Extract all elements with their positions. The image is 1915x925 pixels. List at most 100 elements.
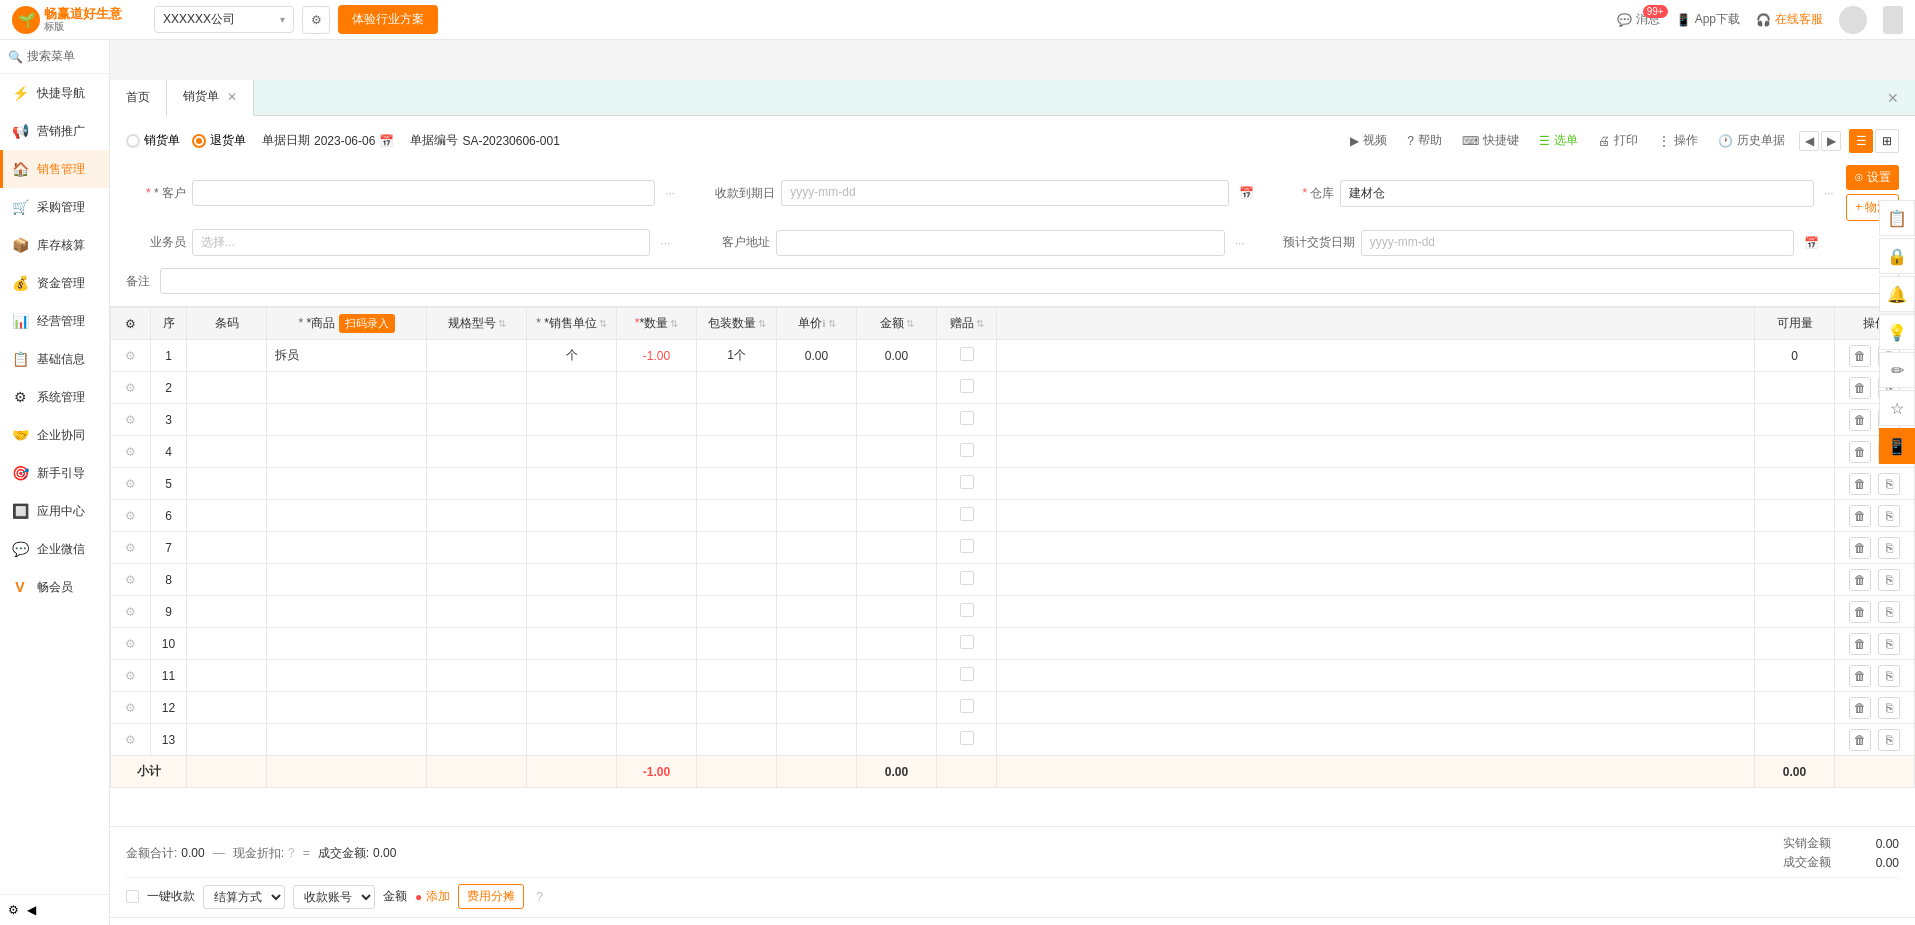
row-gift-4[interactable]	[937, 468, 997, 500]
row-unit-8[interactable]	[527, 596, 617, 628]
row-barcode-8[interactable]	[187, 596, 267, 628]
row-pkg-qty-3[interactable]	[697, 436, 777, 468]
row-gift-6[interactable]	[937, 532, 997, 564]
warehouse-input[interactable]: 建材仓	[1340, 180, 1813, 207]
tab-sales-order[interactable]: 销货单 ✕	[167, 80, 254, 116]
customer-addr-input[interactable]	[776, 230, 1224, 256]
row-gift-12[interactable]	[937, 724, 997, 756]
app-download-button[interactable]: 📱 App下载	[1676, 11, 1740, 28]
row-spec-2[interactable]	[427, 404, 527, 436]
row-spec-8[interactable]	[427, 596, 527, 628]
row-product-9[interactable]	[267, 628, 427, 660]
payment-calendar-icon[interactable]: 📅	[1239, 186, 1254, 200]
nav-prev[interactable]: ◀	[1799, 131, 1819, 151]
add-button[interactable]: 添加	[426, 888, 450, 905]
payment-date-input[interactable]: yyyy-mm-dd	[781, 180, 1229, 206]
row-gift-7[interactable]	[937, 564, 997, 596]
row-qty-12[interactable]	[617, 724, 697, 756]
row-spec-4[interactable]	[427, 468, 527, 500]
row-product-7[interactable]	[267, 564, 427, 596]
row-price-4[interactable]	[777, 468, 857, 500]
row-delete-12[interactable]: 🗑	[1849, 729, 1871, 751]
salesperson-dots-icon[interactable]: ···	[660, 236, 670, 250]
row-unit-7[interactable]	[527, 564, 617, 596]
row-copy-7[interactable]: ⎘	[1878, 569, 1900, 591]
row-price-6[interactable]	[777, 532, 857, 564]
online-service-button[interactable]: 🎧 在线客服	[1756, 11, 1823, 28]
row-pkg-qty-5[interactable]	[697, 500, 777, 532]
row-qty-1[interactable]	[617, 372, 697, 404]
row-gift-11[interactable]	[937, 692, 997, 724]
row-barcode-7[interactable]	[187, 564, 267, 596]
row-spec-9[interactable]	[427, 628, 527, 660]
customer-input[interactable]	[192, 180, 655, 206]
row-qty-11[interactable]	[617, 692, 697, 724]
sidebar-item-wechat[interactable]: 💬 企业微信	[0, 530, 109, 568]
row-unit-6[interactable]	[527, 532, 617, 564]
float-btn-5[interactable]: ✏	[1879, 352, 1915, 388]
row-copy-9[interactable]: ⎘	[1878, 633, 1900, 655]
row-delete-7[interactable]: 🗑	[1849, 569, 1871, 591]
row-pkg-qty-0[interactable]: 1个	[697, 340, 777, 372]
row-amount-3[interactable]	[857, 436, 937, 468]
row-spec-0[interactable]	[427, 340, 527, 372]
row-barcode-10[interactable]	[187, 660, 267, 692]
row-qty-2[interactable]	[617, 404, 697, 436]
row-price-9[interactable]	[777, 628, 857, 660]
remarks-input[interactable]	[160, 268, 1899, 294]
row-product-2[interactable]	[267, 404, 427, 436]
sidebar-item-sales[interactable]: 🏠 销售管理	[0, 150, 109, 188]
ops-button[interactable]: ⋮ 操作	[1652, 128, 1704, 153]
row-pkg-qty-12[interactable]	[697, 724, 777, 756]
grid-view-btn[interactable]: ⊞	[1875, 129, 1899, 153]
row-delete-4[interactable]: 🗑	[1849, 473, 1871, 495]
row-gift-9[interactable]	[937, 628, 997, 660]
expected-calendar-icon[interactable]: 📅	[1804, 236, 1819, 250]
row-copy-12[interactable]: ⎘	[1878, 729, 1900, 751]
row-product-3[interactable]	[267, 436, 427, 468]
row-barcode-12[interactable]	[187, 724, 267, 756]
row-qty-0[interactable]: -1.00	[617, 340, 697, 372]
row-amount-1[interactable]	[857, 372, 937, 404]
row-amount-10[interactable]	[857, 660, 937, 692]
row-qty-8[interactable]	[617, 596, 697, 628]
trial-button[interactable]: 体验行业方案	[338, 5, 438, 34]
row-delete-8[interactable]: 🗑	[1849, 601, 1871, 623]
row-pkg-qty-6[interactable]	[697, 532, 777, 564]
window-close-icon[interactable]: ✕	[1887, 90, 1899, 106]
row-gift-1[interactable]	[937, 372, 997, 404]
row-gift-3[interactable]	[937, 436, 997, 468]
sidebar-item-operations[interactable]: 📊 经营管理	[0, 302, 109, 340]
row-unit-11[interactable]	[527, 692, 617, 724]
row-price-0[interactable]: 0.00	[777, 340, 857, 372]
row-barcode-9[interactable]	[187, 628, 267, 660]
tab-close-icon[interactable]: ✕	[227, 90, 237, 104]
row-qty-7[interactable]	[617, 564, 697, 596]
float-btn-2[interactable]: 🔒	[1879, 238, 1915, 274]
row-price-8[interactable]	[777, 596, 857, 628]
row-price-2[interactable]	[777, 404, 857, 436]
row-barcode-1[interactable]	[187, 372, 267, 404]
expense-help-icon[interactable]: ?	[536, 890, 543, 904]
row-qty-5[interactable]	[617, 500, 697, 532]
radio-return-order[interactable]: 退货单	[192, 132, 246, 149]
row-unit-2[interactable]	[527, 404, 617, 436]
video-button[interactable]: ▶ 视频	[1344, 128, 1393, 153]
sidebar-item-marketing[interactable]: 📢 营销推广	[0, 112, 109, 150]
row-barcode-11[interactable]	[187, 692, 267, 724]
one-key-checkbox[interactable]	[126, 890, 139, 903]
row-delete-6[interactable]: 🗑	[1849, 537, 1871, 559]
sidebar-item-apps[interactable]: 🔲 应用中心	[0, 492, 109, 530]
row-product-10[interactable]	[267, 660, 427, 692]
row-delete-10[interactable]: 🗑	[1849, 665, 1871, 687]
company-selector[interactable]: XXXXXX公司 ▾	[154, 6, 294, 33]
tab-home[interactable]: 首页	[110, 80, 167, 116]
row-amount-5[interactable]	[857, 500, 937, 532]
row-gift-10[interactable]	[937, 660, 997, 692]
row-product-5[interactable]	[267, 500, 427, 532]
row-qty-3[interactable]	[617, 436, 697, 468]
message-button[interactable]: 💬 消息 99+	[1617, 11, 1660, 28]
sidebar-item-guide[interactable]: 🎯 新手引导	[0, 454, 109, 492]
row-pkg-qty-9[interactable]	[697, 628, 777, 660]
row-pkg-qty-4[interactable]	[697, 468, 777, 500]
